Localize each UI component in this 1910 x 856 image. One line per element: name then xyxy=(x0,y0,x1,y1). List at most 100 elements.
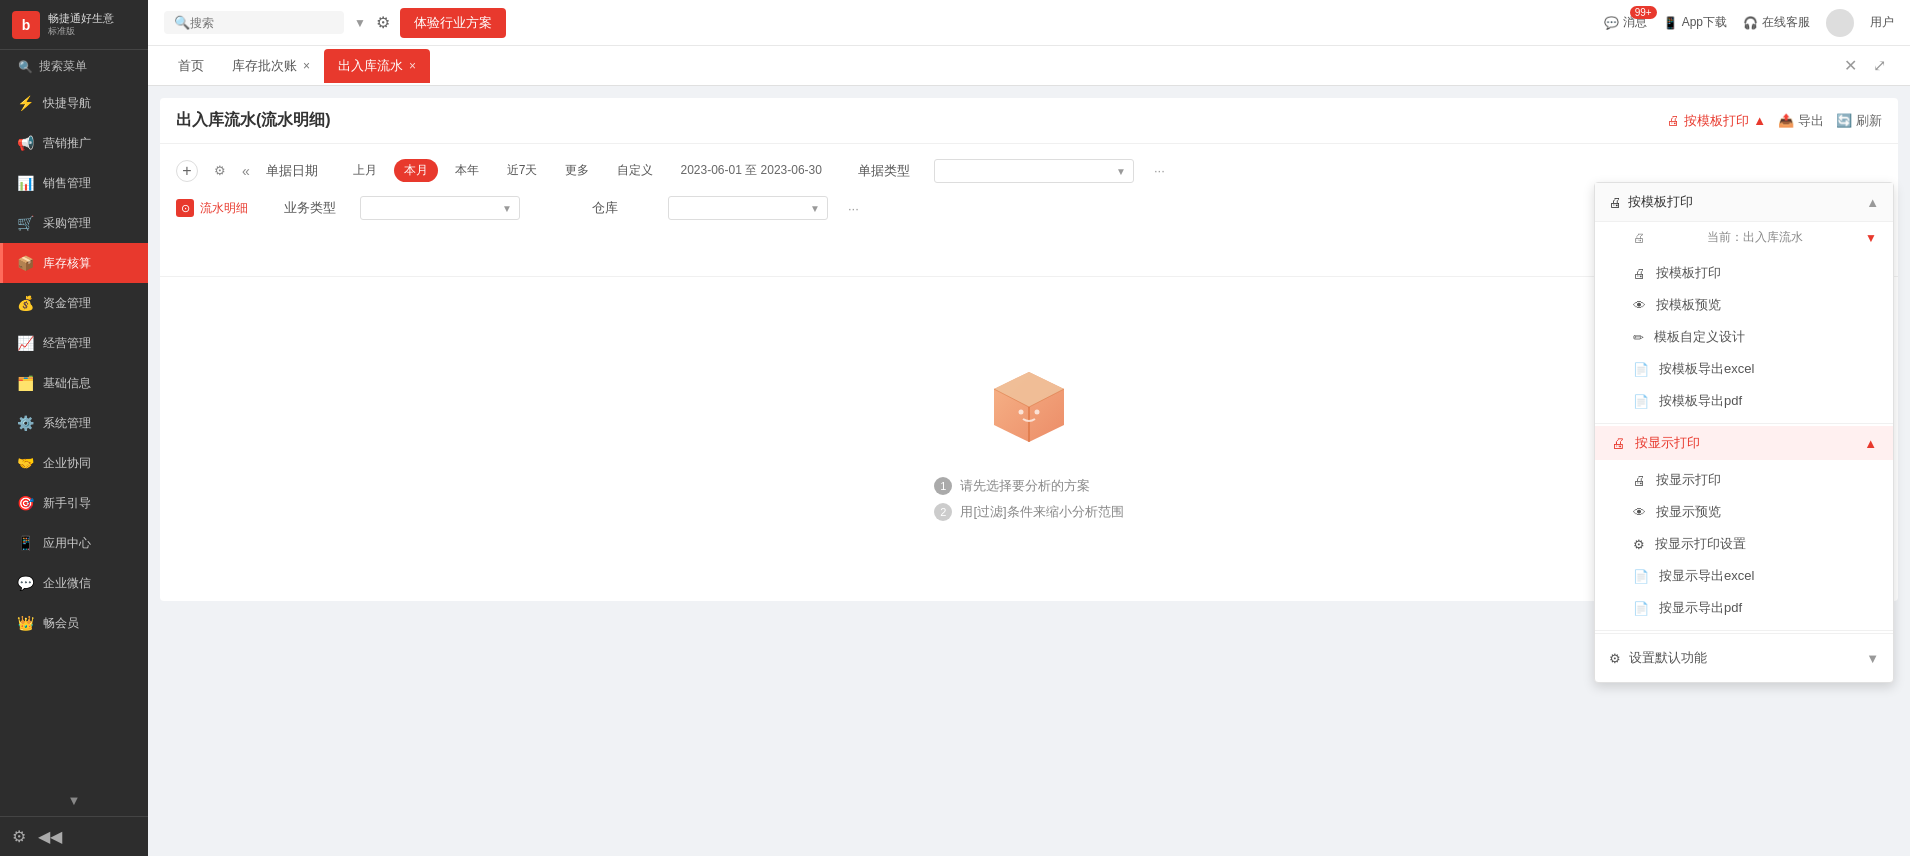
print-dropdown-panel: 🖨 按模板打印 ▲ 🖨 当前：出入库流水 ▼ 🖨 按模板打印 xyxy=(1594,182,1894,683)
online-service-button[interactable]: 🎧 在线客服 xyxy=(1743,14,1810,31)
sidebar-item-guide[interactable]: 🎯 新手引导 xyxy=(0,483,148,523)
current-template-label: 当前：出入库流水 xyxy=(1707,229,1803,246)
dropdown-item-display-excel[interactable]: 📄 按显示导出excel xyxy=(1595,560,1893,592)
dropdown-footer: ⚙ 设置默认功能 ▼ xyxy=(1595,633,1893,682)
filter-warehouse-wrapper xyxy=(668,196,828,220)
tab-inout-flow-close[interactable]: × xyxy=(409,59,416,73)
filter-tag-this-month[interactable]: 本月 xyxy=(394,159,438,182)
dropdown-item-template-preview[interactable]: 👁 按模板预览 xyxy=(1595,289,1893,321)
search-input[interactable] xyxy=(190,16,320,30)
display-section-label: 按显示打印 xyxy=(1635,434,1700,452)
search-icon: 🔍 xyxy=(18,60,33,74)
doc-type-more[interactable]: ··· xyxy=(1154,163,1165,178)
svg-point-5 xyxy=(1019,410,1024,415)
sidebar-item-label: 新手引导 xyxy=(43,495,91,512)
member-icon: 👑 xyxy=(15,613,35,633)
sidebar-item-marketing[interactable]: 📢 营销推广 xyxy=(0,123,148,163)
template-pdf-icon: 📄 xyxy=(1633,394,1649,409)
dropdown-display-section-header[interactable]: 🖨 按显示打印 ▲ xyxy=(1595,426,1893,460)
topbar-settings-icon[interactable]: ⚙ xyxy=(376,13,390,32)
message-button[interactable]: 💬 消息 99+ xyxy=(1604,14,1647,31)
window-close-button[interactable]: ✕ xyxy=(1836,56,1865,75)
print-template-button[interactable]: 🖨 按模板打印 ▲ xyxy=(1667,112,1766,130)
print-dropdown-arrow[interactable]: ▲ xyxy=(1753,113,1766,128)
app-download-button[interactable]: 📱 App下载 xyxy=(1663,14,1727,31)
user-name: 用户 xyxy=(1870,14,1894,31)
sidebar-item-member[interactable]: 👑 畅会员 xyxy=(0,603,148,643)
display-section-icon: 🖨 xyxy=(1611,435,1625,451)
sidebar-item-basic[interactable]: 🗂️ 基础信息 xyxy=(0,363,148,403)
filter-date-range: 2023-06-01 至 2023-06-30 xyxy=(680,162,821,179)
sidebar-item-operation[interactable]: 📈 经营管理 xyxy=(0,323,148,363)
sidebar-item-finance[interactable]: 💰 资金管理 xyxy=(0,283,148,323)
filter-doc-type-select[interactable] xyxy=(934,159,1134,183)
warehouse-more[interactable]: ··· xyxy=(848,201,859,216)
dropdown-item-template-excel[interactable]: 📄 按模板导出excel xyxy=(1595,353,1893,385)
export-button[interactable]: 📤 导出 xyxy=(1778,112,1824,130)
purchase-icon: 🛒 xyxy=(15,213,35,233)
filter-doc-type-wrapper xyxy=(934,159,1134,183)
empty-step-1: 1 请先选择要分析的方案 xyxy=(934,477,1123,495)
filter-add-button[interactable]: + xyxy=(176,160,198,182)
industry-solution-button[interactable]: 体验行业方案 xyxy=(400,8,506,38)
sidebar-nav: ⚡ 快捷导航 📢 营销推广 📊 销售管理 🛒 采购管理 📦 库存核算 💰 xyxy=(0,83,148,785)
dropdown-footer-item[interactable]: ⚙ 设置默认功能 ▼ xyxy=(1609,642,1879,674)
display-preview-label: 按显示预览 xyxy=(1656,503,1721,521)
collapse-sidebar-icon[interactable]: ◀◀ xyxy=(38,827,62,846)
tab-batch-account[interactable]: 库存批次账 × xyxy=(218,49,324,83)
sidebar-item-quick-nav[interactable]: ⚡ 快捷导航 xyxy=(0,83,148,123)
filter-tag-custom[interactable]: 自定义 xyxy=(606,158,664,183)
sidebar-item-purchase[interactable]: 🛒 采购管理 xyxy=(0,203,148,243)
filter-tag-last-month[interactable]: 上月 xyxy=(342,158,388,183)
sidebar-item-label: 资金管理 xyxy=(43,295,91,312)
tab-batch-account-close[interactable]: × xyxy=(303,59,310,73)
template-excel-label: 按模板导出excel xyxy=(1659,360,1754,378)
dropdown-item-template-design[interactable]: ✏ 模板自定义设计 xyxy=(1595,321,1893,353)
dropdown-item-display-preview[interactable]: 👁 按显示预览 xyxy=(1595,496,1893,528)
dropdown-item-display-pdf[interactable]: 📄 按显示导出pdf xyxy=(1595,592,1893,624)
dropdown-collapse-arrow[interactable]: ▲ xyxy=(1866,195,1879,210)
filter-date-tags: 上月 本月 本年 近7天 更多 自定义 xyxy=(342,158,665,183)
refresh-button[interactable]: 🔄 刷新 xyxy=(1836,112,1882,130)
filter-tag-more[interactable]: 更多 xyxy=(554,158,600,183)
dropdown-item-template-print[interactable]: 🖨 按模板打印 xyxy=(1595,257,1893,289)
current-template-arrow[interactable]: ▼ xyxy=(1865,231,1877,245)
dropdown-item-display-print[interactable]: 🖨 按显示打印 xyxy=(1595,464,1893,496)
sidebar-scroll-down[interactable]: ▼ xyxy=(0,785,148,816)
dropdown-item-display-print-settings[interactable]: ⚙ 按显示打印设置 xyxy=(1595,528,1893,560)
filter-tag-this-year[interactable]: 本年 xyxy=(444,158,490,183)
sidebar-item-wechat[interactable]: 💬 企业微信 xyxy=(0,563,148,603)
tab-bar: 首页 库存批次账 × 出入库流水 × ✕ ⤢ xyxy=(148,46,1910,86)
filter-tag-7days[interactable]: 近7天 xyxy=(496,158,549,183)
display-pdf-icon: 📄 xyxy=(1633,601,1649,616)
sidebar-search-item[interactable]: 🔍 搜索菜单 xyxy=(0,50,148,83)
tab-home[interactable]: 首页 xyxy=(164,49,218,83)
filter-collapse-icon[interactable]: « xyxy=(242,163,250,179)
filter-warehouse-select[interactable] xyxy=(668,196,828,220)
tab-inout-flow[interactable]: 出入库流水 × xyxy=(324,49,430,83)
dropdown-current: 🖨 当前：出入库流水 ▼ xyxy=(1595,222,1893,253)
empty-steps: 1 请先选择要分析的方案 2 用[过滤]条件来缩小分析范围 xyxy=(934,477,1123,521)
dropdown-item-template-pdf[interactable]: 📄 按模板导出pdf xyxy=(1595,385,1893,417)
topbar-actions: 💬 消息 99+ 📱 App下载 🎧 在线客服 用户 xyxy=(1604,9,1894,37)
filter-warehouse-label: 仓库 xyxy=(592,199,652,217)
user-avatar[interactable] xyxy=(1826,9,1854,37)
window-expand-button[interactable]: ⤢ xyxy=(1865,56,1894,75)
sidebar-item-app-center[interactable]: 📱 应用中心 xyxy=(0,523,148,563)
filter-biz-type-select[interactable] xyxy=(360,196,520,220)
app-icon: 📱 xyxy=(1663,16,1678,30)
sidebar-item-inventory[interactable]: 📦 库存核算 xyxy=(0,243,148,283)
sidebar-item-enterprise[interactable]: 🤝 企业协同 xyxy=(0,443,148,483)
display-print-settings-label: 按显示打印设置 xyxy=(1655,535,1746,553)
settings-icon[interactable]: ⚙ xyxy=(12,827,26,846)
topbar-search[interactable]: 🔍 xyxy=(164,11,344,34)
online-service-label: 在线客服 xyxy=(1762,14,1810,31)
filter-quick-settings-icon[interactable]: ⚙ xyxy=(214,163,226,178)
system-icon: ⚙️ xyxy=(15,413,35,433)
sidebar-item-label: 快捷导航 xyxy=(43,95,91,112)
enterprise-icon: 🤝 xyxy=(15,453,35,473)
sidebar-item-sales[interactable]: 📊 销售管理 xyxy=(0,163,148,203)
dropdown-display-section: 🖨 按显示打印 👁 按显示预览 ⚙ 按显示打印设置 📄 按显示导出excel xyxy=(1595,460,1893,628)
sidebar-item-system[interactable]: ⚙️ 系统管理 xyxy=(0,403,148,443)
topbar-dropdown-arrow[interactable]: ▼ xyxy=(354,16,366,30)
